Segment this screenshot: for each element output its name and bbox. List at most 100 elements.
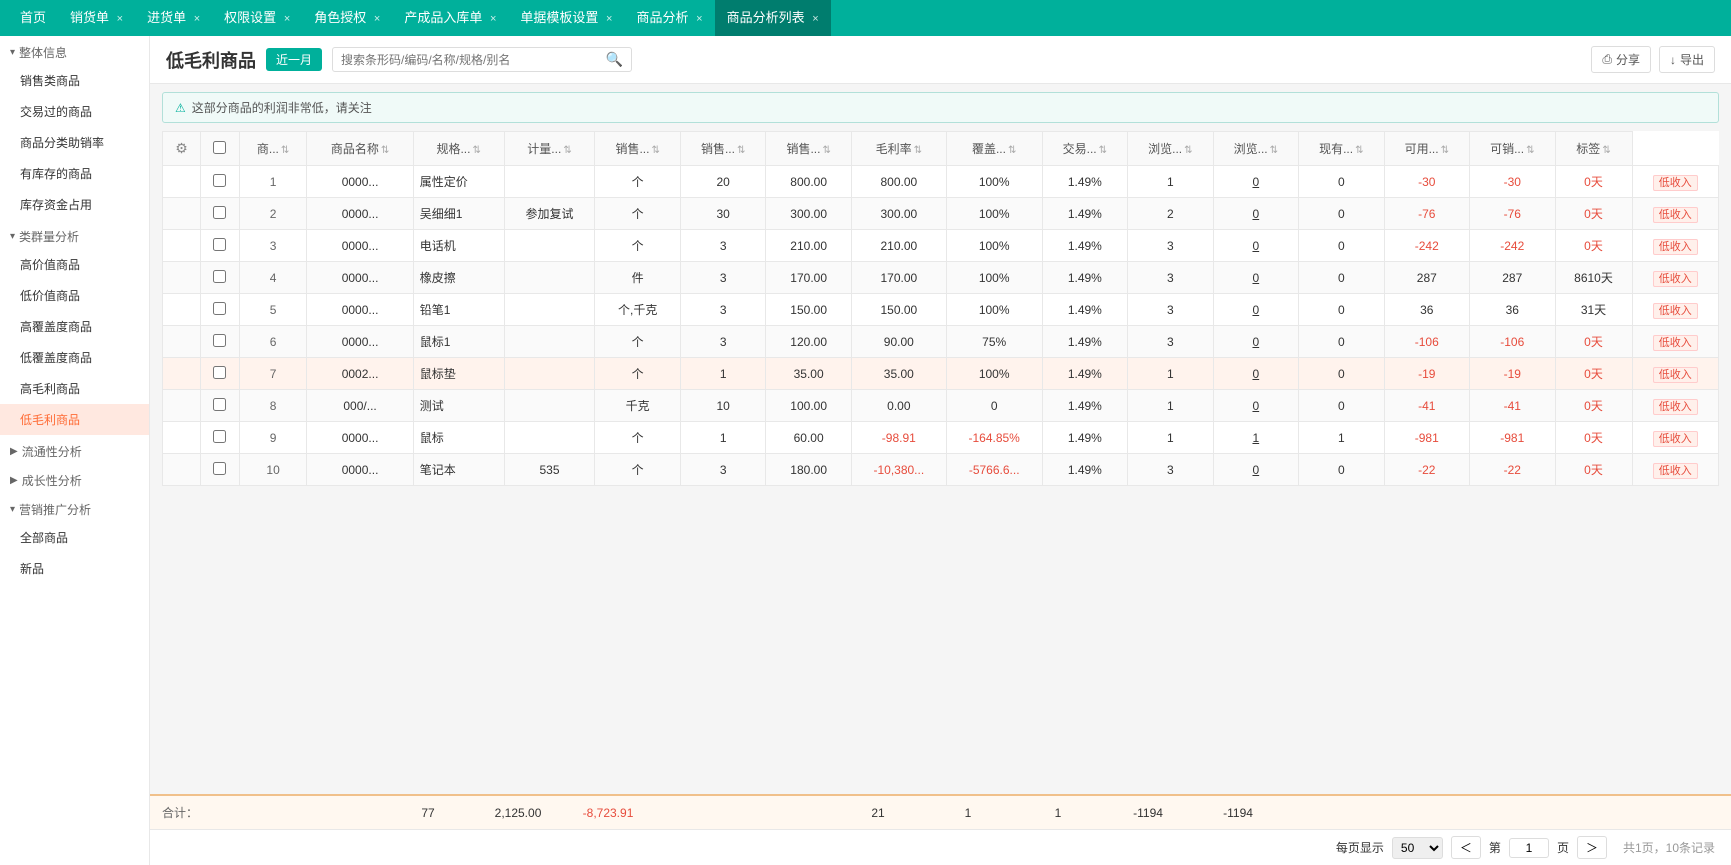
row-checkbox-8[interactable] [201, 422, 240, 454]
row-gross-margin-3: 100% [946, 262, 1042, 294]
col-spec[interactable]: 规格...⇅ [413, 132, 504, 166]
row-name-8: 鼠标 [413, 422, 504, 454]
nav-home[interactable]: 首页 [8, 0, 58, 36]
export-icon: ↓ [1670, 53, 1676, 67]
row-views1-5[interactable]: 0 [1213, 326, 1298, 358]
col-tag[interactable]: 标签⇅ [1555, 132, 1632, 166]
sidebar-group-growth[interactable]: ▶ 成长性分析 [0, 464, 149, 493]
row-checkbox-1[interactable] [201, 198, 240, 230]
close-role-auth-icon[interactable]: × [374, 13, 380, 25]
sidebar-item-high-value[interactable]: 高价值商品 [0, 249, 149, 280]
col-coverage[interactable]: 覆盖...⇅ [946, 132, 1042, 166]
row-sales-price-0: 800.00 [766, 166, 851, 198]
nav-role-auth[interactable]: 角色授权 × [302, 0, 392, 36]
sidebar-item-all-products[interactable]: 全部商品 [0, 522, 149, 553]
per-page-select[interactable]: 50 20 100 [1392, 837, 1443, 859]
close-purchase-order-icon[interactable]: × [194, 13, 200, 25]
export-button[interactable]: ↓ 导出 [1659, 46, 1715, 73]
row-checkbox-5[interactable] [201, 326, 240, 358]
sidebar-item-sales-products[interactable]: 销售类商品 [0, 65, 149, 96]
sidebar-group-cluster[interactable]: ▾ 类群量分析 [0, 220, 149, 249]
row-views1-8[interactable]: 1 [1213, 422, 1298, 454]
sidebar-item-traded-products[interactable]: 交易过的商品 [0, 96, 149, 127]
row-tag-0: 低收入 [1632, 166, 1719, 198]
row-coverage-3: 1.49% [1042, 262, 1127, 294]
column-settings-icon[interactable]: ⚙ [175, 140, 188, 157]
col-current-stock[interactable]: 现有...⇅ [1299, 132, 1384, 166]
sidebar-group-overall[interactable]: ▾ 整体信息 [0, 36, 149, 65]
col-gross-margin[interactable]: 毛利率⇅ [851, 132, 946, 166]
col-sales-price[interactable]: 销售...⇅ [680, 132, 765, 166]
row-checkbox-0[interactable] [201, 166, 240, 198]
row-unit-5: 个 [595, 326, 680, 358]
close-product-analysis-list-icon[interactable]: × [812, 13, 818, 25]
next-page-button[interactable]: ＞ [1577, 836, 1607, 859]
row-views1-6[interactable]: 0 [1213, 358, 1298, 390]
row-current-stock-0: -30 [1384, 166, 1469, 198]
table-row: 1 0000... 属性定价 个 20 800.00 800.00 100% 1… [163, 166, 1719, 198]
nav-product-warehouse[interactable]: 产成品入库单 × [392, 0, 508, 36]
row-views1-3[interactable]: 0 [1213, 262, 1298, 294]
col-sales-amount[interactable]: 销售...⇅ [766, 132, 851, 166]
sidebar-item-new-products[interactable]: 新品 [0, 553, 149, 584]
nav-purchase-order[interactable]: 进货单 × [135, 0, 212, 36]
col-unit[interactable]: 计量...⇅ [504, 132, 595, 166]
col-transaction[interactable]: 交易...⇅ [1042, 132, 1127, 166]
row-views1-1[interactable]: 0 [1213, 198, 1298, 230]
page-number-input[interactable] [1509, 838, 1549, 858]
row-unit-3: 件 [595, 262, 680, 294]
search-input[interactable] [341, 53, 606, 67]
table-row: 9 0000... 鼠标 个 1 60.00 -98.91 -164.85% 1… [163, 422, 1719, 454]
select-all-checkbox[interactable] [213, 141, 226, 154]
notice-text: 这部分商品的利润非常低，请关注 [192, 99, 372, 116]
row-sales-price-6: 35.00 [766, 358, 851, 390]
col-code[interactable]: 商...⇅ [239, 132, 307, 166]
nav-template-settings[interactable]: 单据模板设置 × [508, 0, 624, 36]
sidebar-item-capital-usage[interactable]: 库存资金占用 [0, 189, 149, 220]
row-views1-2[interactable]: 0 [1213, 230, 1298, 262]
sidebar-item-in-stock[interactable]: 有库存的商品 [0, 158, 149, 189]
period-button[interactable]: 近一月 [266, 48, 322, 71]
share-button[interactable]: ⎙ 分享 [1591, 46, 1651, 73]
row-checkbox-6[interactable] [201, 358, 240, 390]
sidebar-item-high-margin[interactable]: 高毛利商品 [0, 373, 149, 404]
row-checkbox-4[interactable] [201, 294, 240, 326]
row-checkbox-7[interactable] [201, 390, 240, 422]
sidebar-item-low-coverage[interactable]: 低覆盖度商品 [0, 342, 149, 373]
col-views2[interactable]: 浏览...⇅ [1213, 132, 1298, 166]
row-views1-7[interactable]: 0 [1213, 390, 1298, 422]
col-sales-qty[interactable]: 销售...⇅ [595, 132, 680, 166]
row-views1-9[interactable]: 0 [1213, 454, 1298, 486]
sidebar-item-low-margin[interactable]: 低毛利商品 [0, 404, 149, 435]
row-checkbox-9[interactable] [201, 454, 240, 486]
nav-product-analysis-list[interactable]: 商品分析列表 × [715, 0, 831, 36]
nav-product-analysis[interactable]: 商品分析 × [624, 0, 714, 36]
nav-sales-order[interactable]: 销货单 × [58, 0, 135, 36]
sidebar-item-high-coverage[interactable]: 高覆盖度商品 [0, 311, 149, 342]
row-transaction-7: 1 [1128, 390, 1213, 422]
close-product-warehouse-icon[interactable]: × [490, 13, 496, 25]
close-template-icon[interactable]: × [606, 13, 612, 25]
row-checkbox-2[interactable] [201, 230, 240, 262]
prev-page-button[interactable]: ＜ [1451, 836, 1481, 859]
col-available[interactable]: 可用...⇅ [1384, 132, 1469, 166]
row-code-6: 0002... [307, 358, 413, 390]
row-tag-9: 低收入 [1632, 454, 1719, 486]
row-views1-4[interactable]: 0 [1213, 294, 1298, 326]
row-views1-0[interactable]: 0 [1213, 166, 1298, 198]
col-settings[interactable]: ⚙ [163, 132, 201, 166]
sidebar-item-category-assist[interactable]: 商品分类助销率 [0, 127, 149, 158]
close-sales-order-icon[interactable]: × [117, 13, 123, 25]
sidebar-group-marketing[interactable]: ▾ 营销推广分析 [0, 493, 149, 522]
close-permission-icon[interactable]: × [284, 13, 290, 25]
row-checkbox-3[interactable] [201, 262, 240, 294]
row-current-stock-8: -981 [1384, 422, 1469, 454]
sidebar-group-flow[interactable]: ▶ 流通性分析 [0, 435, 149, 464]
col-sellable[interactable]: 可销...⇅ [1470, 132, 1555, 166]
col-views1[interactable]: 浏览...⇅ [1128, 132, 1213, 166]
close-product-analysis-icon[interactable]: × [696, 13, 702, 25]
nav-permission-settings[interactable]: 权限设置 × [212, 0, 302, 36]
col-name[interactable]: 商品名称⇅ [307, 132, 413, 166]
sidebar-item-low-value[interactable]: 低价值商品 [0, 280, 149, 311]
row-num-0: 1 [239, 166, 307, 198]
